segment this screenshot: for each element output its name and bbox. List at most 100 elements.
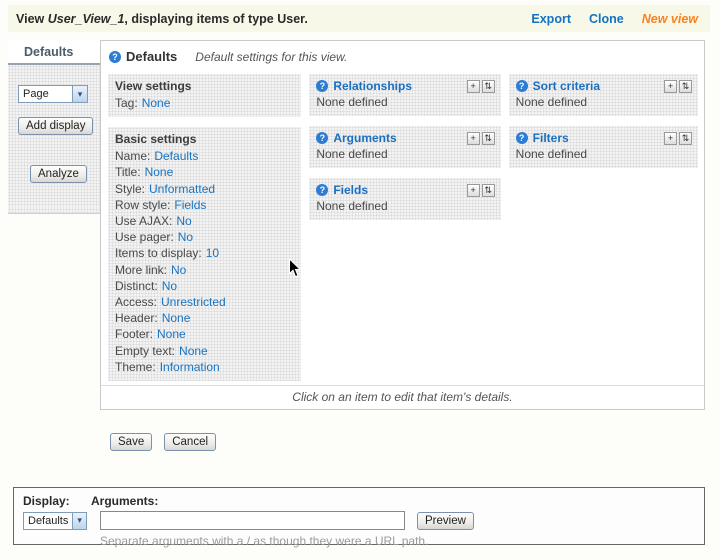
- setting-label: Distinct:: [115, 278, 158, 293]
- setting-label: Use pager:: [115, 230, 174, 245]
- display-type-select[interactable]: Page ▾: [18, 85, 88, 103]
- settings-columns: View settings Tag: None Basic settings Na…: [101, 70, 704, 385]
- analyze-button[interactable]: Analyze: [30, 165, 87, 183]
- relationships-title-link[interactable]: Relationships: [333, 79, 412, 93]
- export-link[interactable]: Export: [531, 12, 571, 26]
- header-links: Export Clone New view: [531, 12, 698, 26]
- add-icon[interactable]: +: [466, 183, 480, 197]
- setting-label: Empty text:: [115, 343, 176, 358]
- setting-value-link[interactable]: No: [176, 214, 191, 228]
- setting-row: Footer: None: [115, 326, 295, 342]
- setting-value-link[interactable]: No: [178, 230, 193, 244]
- arguments-title-link[interactable]: Arguments: [333, 131, 396, 145]
- setting-value-link[interactable]: Fields: [174, 198, 206, 212]
- rearrange-icon[interactable]: ⇅: [679, 131, 692, 145]
- fields-title-link[interactable]: Fields: [333, 183, 368, 197]
- setting-value-link[interactable]: None: [157, 327, 186, 341]
- setting-label: Footer:: [115, 327, 154, 342]
- setting-value-link[interactable]: None: [142, 96, 171, 110]
- preview-display-select-value: Defaults: [28, 514, 69, 527]
- setting-label: Use AJAX:: [115, 214, 173, 229]
- setting-value-link[interactable]: Unformatted: [149, 182, 215, 196]
- setting-row: Use pager: No: [115, 229, 295, 245]
- setting-label: Access:: [115, 295, 158, 310]
- save-button[interactable]: Save: [110, 433, 153, 451]
- help-icon[interactable]: ?: [316, 80, 329, 92]
- basic-settings-box: Basic settings Name: Defaults Title: None …: [108, 127, 302, 382]
- setting-label: Items to display:: [115, 246, 202, 261]
- help-icon[interactable]: ?: [316, 132, 329, 144]
- new-view-link[interactable]: New view: [642, 12, 698, 26]
- column-1: View settings Tag: None Basic settings Na…: [108, 74, 302, 382]
- setting-value-link[interactable]: 10: [206, 246, 219, 260]
- display-type-select-value: Page: [23, 88, 49, 100]
- empty-text: None defined: [316, 147, 388, 161]
- empty-text: None defined: [316, 95, 388, 109]
- view-settings-title: View settings: [115, 79, 192, 93]
- add-icon[interactable]: +: [466, 131, 480, 145]
- add-icon[interactable]: +: [664, 79, 677, 93]
- rearrange-icon[interactable]: ⇅: [679, 79, 692, 93]
- sort-criteria-box: ? Sort criteria + ⇅ None defined: [508, 74, 698, 116]
- rearrange-icon[interactable]: ⇅: [481, 131, 495, 145]
- form-actions: Save Cancel: [110, 433, 217, 451]
- tab-defaults[interactable]: Defaults: [8, 40, 100, 65]
- setting-row: Title: None: [115, 164, 295, 180]
- help-icon[interactable]: ?: [109, 50, 121, 63]
- clone-link[interactable]: Clone: [589, 12, 624, 26]
- setting-value-link[interactable]: None: [179, 344, 208, 358]
- setting-label: Style:: [115, 181, 146, 196]
- page-title: View User_View_1, displaying items of ty…: [16, 12, 531, 26]
- setting-label: Row style:: [115, 197, 171, 212]
- setting-row: Tag: None: [115, 95, 295, 111]
- arguments-help-text: Separate arguments with a / as though th…: [100, 534, 429, 548]
- filters-title-link[interactable]: Filters: [533, 131, 569, 145]
- fields-box: ? Fields + ⇅ None defined: [309, 178, 501, 220]
- setting-row: Distinct: No: [115, 278, 295, 294]
- setting-value-link[interactable]: Defaults: [154, 149, 198, 163]
- arguments-input[interactable]: [100, 511, 405, 530]
- empty-text: None defined: [316, 199, 388, 213]
- sort-criteria-title-link[interactable]: Sort criteria: [533, 79, 600, 93]
- chevron-down-icon: ▾: [72, 512, 86, 529]
- setting-value-link[interactable]: No: [171, 263, 186, 277]
- setting-row: More link: No: [115, 262, 295, 278]
- setting-row: Style: Unformatted: [115, 181, 295, 197]
- help-icon[interactable]: ?: [515, 132, 528, 144]
- title-suffix: , displaying items of type User.: [124, 11, 308, 26]
- setting-label: Title:: [115, 165, 141, 180]
- setting-row: Access: Unrestricted: [115, 294, 295, 310]
- rearrange-icon[interactable]: ⇅: [481, 79, 495, 93]
- setting-row: Header: None: [115, 310, 295, 326]
- view-settings-box: View settings Tag: None: [108, 74, 302, 118]
- title-prefix: View: [16, 11, 48, 26]
- rearrange-icon[interactable]: ⇅: [481, 183, 495, 197]
- setting-value-link[interactable]: None: [162, 311, 191, 325]
- setting-label: Tag:: [115, 96, 138, 110]
- add-icon[interactable]: +: [466, 79, 480, 93]
- help-icon[interactable]: ?: [515, 80, 528, 92]
- setting-label: Theme:: [115, 359, 156, 374]
- preview-panel: Display: Arguments: Defaults ▾ Preview S…: [13, 487, 705, 548]
- filters-box: ? Filters + ⇅ None defined: [508, 126, 698, 168]
- setting-row: Use AJAX: No: [115, 213, 295, 229]
- relationships-box: ? Relationships + ⇅ None defined: [309, 74, 501, 116]
- setting-label: Header:: [115, 311, 158, 326]
- help-icon[interactable]: ?: [316, 184, 329, 196]
- panel-subtitle: Default settings for this view.: [195, 49, 348, 64]
- empty-text: None defined: [515, 147, 588, 161]
- setting-value-link[interactable]: Information: [160, 360, 220, 374]
- display-label: Display:: [23, 494, 70, 508]
- add-icon[interactable]: +: [664, 131, 677, 145]
- preview-display-select[interactable]: Defaults ▾: [23, 511, 87, 530]
- display-sidebar: Defaults Page ▾ Add display Analyze: [8, 40, 100, 214]
- setting-value-link[interactable]: None: [145, 165, 174, 179]
- add-display-button[interactable]: Add display: [18, 117, 94, 135]
- panel-title: Defaults: [126, 49, 178, 64]
- preview-button[interactable]: Preview: [417, 511, 474, 530]
- setting-value-link[interactable]: No: [162, 279, 177, 293]
- sidebar-body: Page ▾ Add display Analyze: [8, 65, 100, 207]
- setting-value-link[interactable]: Unrestricted: [161, 295, 226, 309]
- cancel-button[interactable]: Cancel: [164, 433, 217, 451]
- column-3: ? Sort criteria + ⇅ None defined ? Filte…: [508, 74, 698, 168]
